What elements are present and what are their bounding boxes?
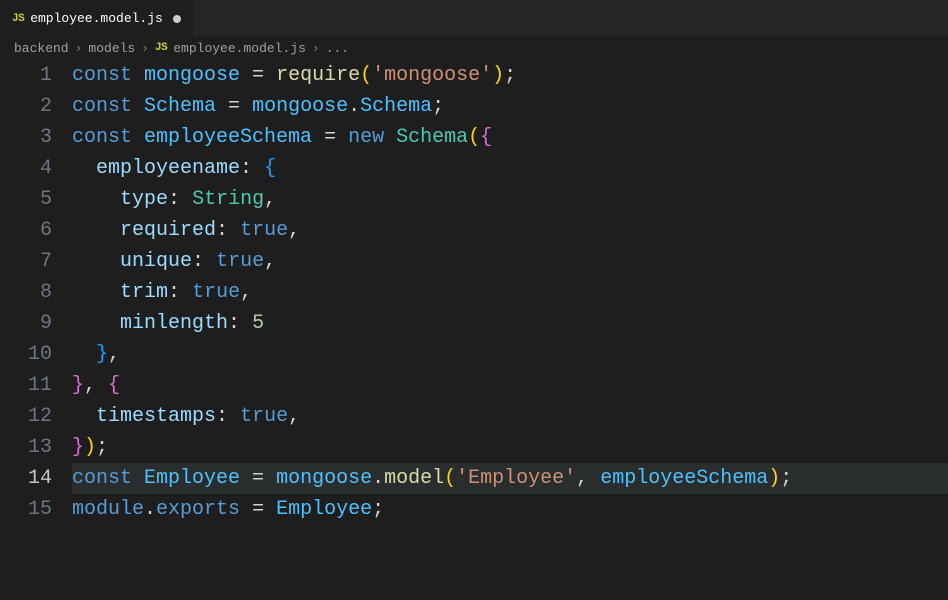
line-number: 3 <box>0 122 52 153</box>
line-number: 13 <box>0 432 52 463</box>
line-number: 15 <box>0 494 52 525</box>
tab-file[interactable]: JS employee.model.js <box>0 0 193 36</box>
code-editor[interactable]: 123456789101112131415 const mongoose = r… <box>0 60 948 525</box>
code-line[interactable]: type: String, <box>72 184 948 215</box>
breadcrumb-file[interactable]: employee.model.js <box>173 41 306 56</box>
breadcrumb-segment[interactable]: models <box>88 41 135 56</box>
line-number: 1 <box>0 60 52 91</box>
code-line[interactable]: const Schema = mongoose.Schema; <box>72 91 948 122</box>
line-number: 5 <box>0 184 52 215</box>
code-line[interactable]: }, <box>72 339 948 370</box>
line-number-gutter: 123456789101112131415 <box>0 60 72 525</box>
line-number: 6 <box>0 215 52 246</box>
code-line[interactable]: }, { <box>72 370 948 401</box>
line-number: 11 <box>0 370 52 401</box>
chevron-right-icon: › <box>312 41 320 56</box>
code-line[interactable]: trim: true, <box>72 277 948 308</box>
line-number: 14 <box>0 463 52 494</box>
code-line[interactable]: }); <box>72 432 948 463</box>
code-line[interactable]: minlength: 5 <box>72 308 948 339</box>
code-line[interactable]: timestamps: true, <box>72 401 948 432</box>
breadcrumb-segment[interactable]: backend <box>14 41 69 56</box>
line-number: 4 <box>0 153 52 184</box>
line-number: 2 <box>0 91 52 122</box>
line-number: 10 <box>0 339 52 370</box>
code-line[interactable]: required: true, <box>72 215 948 246</box>
breadcrumb-trailing[interactable]: ... <box>326 41 349 56</box>
breadcrumb[interactable]: backend › models › JS employee.model.js … <box>0 36 948 60</box>
line-number: 9 <box>0 308 52 339</box>
code-line[interactable]: module.exports = Employee; <box>72 494 948 525</box>
line-number: 7 <box>0 246 52 277</box>
line-number: 8 <box>0 277 52 308</box>
dirty-indicator-icon <box>173 15 181 23</box>
code-line[interactable]: const Employee = mongoose.model('Employe… <box>72 463 948 494</box>
tab-filename: employee.model.js <box>30 11 163 26</box>
code-line[interactable]: const employeeSchema = new Schema({ <box>72 122 948 153</box>
chevron-right-icon: › <box>75 41 83 56</box>
js-icon: JS <box>12 13 24 25</box>
code-content[interactable]: const mongoose = require('mongoose');con… <box>72 60 948 525</box>
tab-bar: JS employee.model.js <box>0 0 948 36</box>
js-icon: JS <box>155 42 167 54</box>
code-line[interactable]: unique: true, <box>72 246 948 277</box>
chevron-right-icon: › <box>141 41 149 56</box>
line-number: 12 <box>0 401 52 432</box>
code-line[interactable]: const mongoose = require('mongoose'); <box>72 60 948 91</box>
code-line[interactable]: employeename: { <box>72 153 948 184</box>
